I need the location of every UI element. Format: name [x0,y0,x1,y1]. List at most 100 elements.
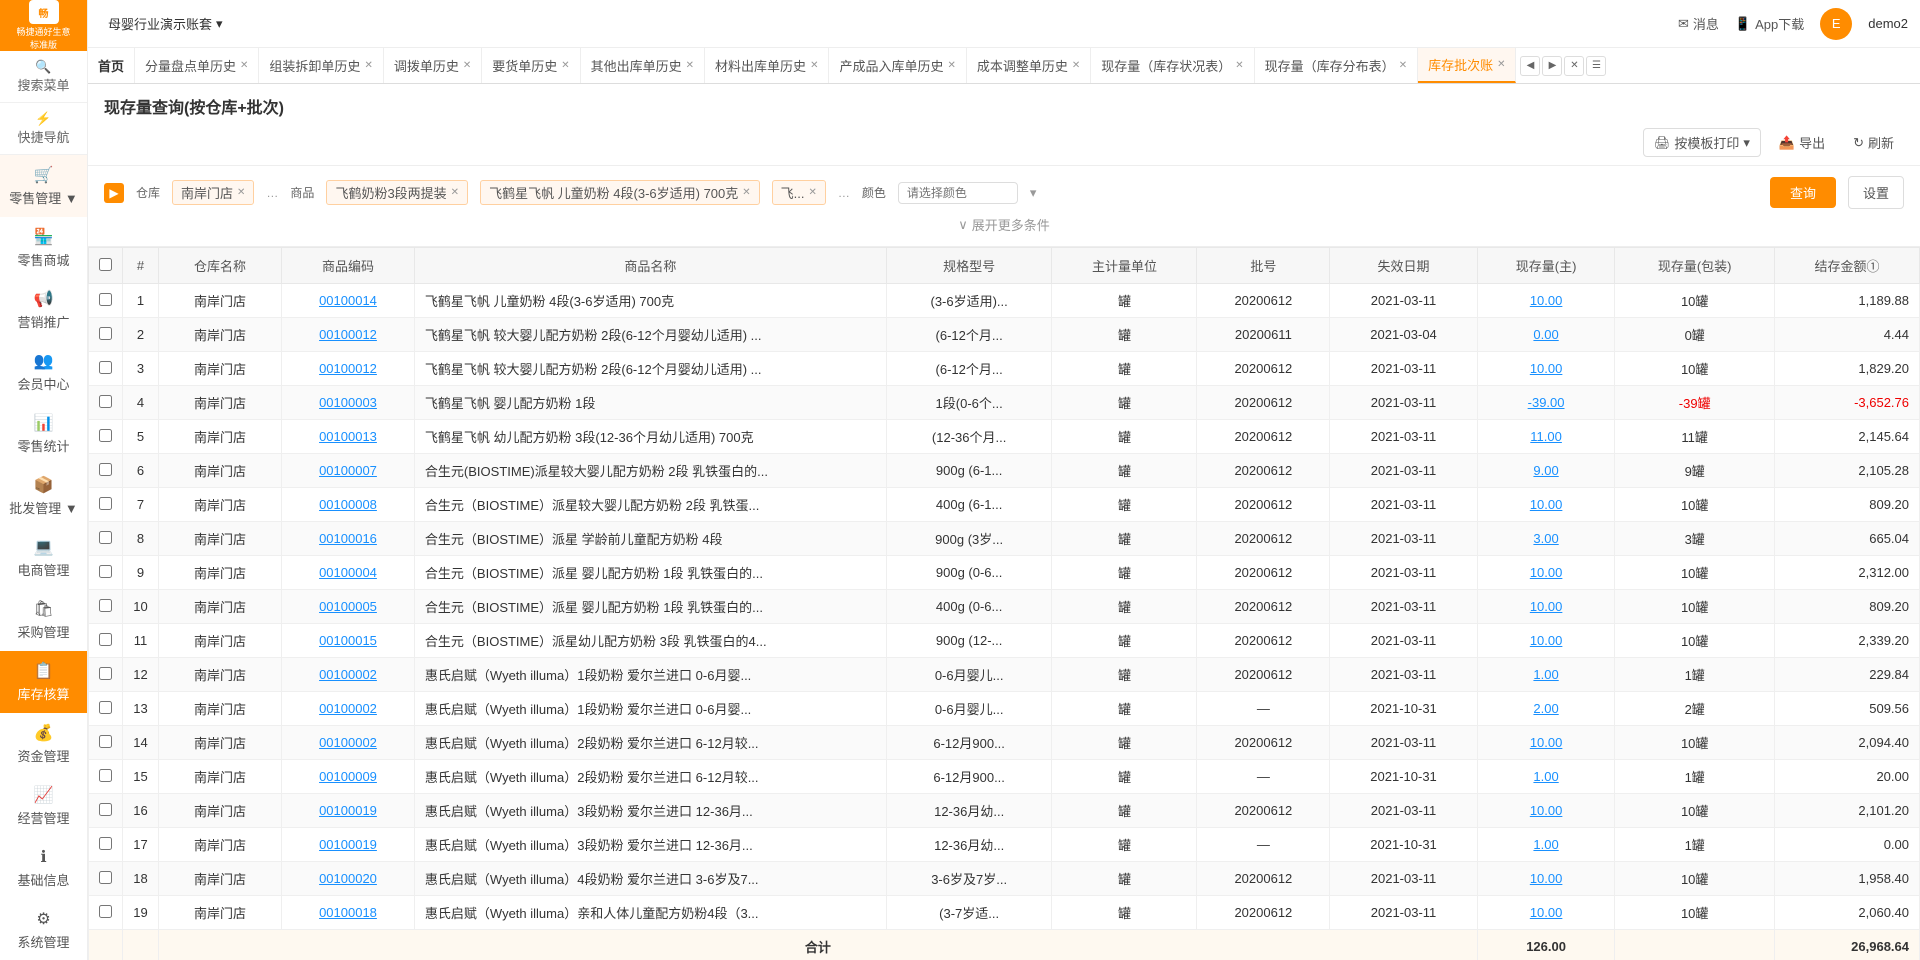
sidebar-item-retail-mall[interactable]: 🏪 零售商城 [0,217,87,279]
filter-expand-btn[interactable]: ▶ [104,183,124,203]
row-checkbox[interactable] [89,454,123,488]
tab-assembly-close[interactable]: ✕ [364,60,372,71]
tab-menu-btn[interactable]: ☰ [1586,56,1606,76]
row-checkbox[interactable] [89,386,123,420]
export-button[interactable]: 📤 导出 [1769,129,1835,156]
row-checkbox[interactable] [89,862,123,896]
row-spec: 6-12月900... [886,760,1052,794]
sidebar-item-inventory[interactable]: 📋 库存核算 [0,651,87,713]
warehouse-tag-close[interactable]: ✕ [237,187,245,198]
tab-stocktake-close[interactable]: ✕ [240,60,248,71]
refresh-button[interactable]: ↻ 刷新 [1843,129,1904,156]
tab-other-out-label: 其他出库单历史 [591,56,682,75]
row-spec: 0-6月婴儿... [886,658,1052,692]
message-action[interactable]: ✉ 消息 [1678,14,1719,33]
row-checkbox[interactable] [89,896,123,930]
sidebar-item-system[interactable]: ⚙ 系统管理 [0,899,87,960]
tab-order[interactable]: 要货单历史 ✕ [482,48,580,83]
tab-other-out[interactable]: 其他出库单历史 ✕ [581,48,705,83]
tab-assembly[interactable]: 组装拆卸单历史 ✕ [259,48,383,83]
product-tag-1-close[interactable]: ✕ [451,187,459,198]
tab-current-stock[interactable]: 现存量（库存状况表） ✕ [1091,48,1254,83]
row-checkbox[interactable] [89,522,123,556]
table-header-row: # 仓库名称 商品编码 商品名称 规格型号 主计量单位 批号 失效日期 现存量(… [89,248,1920,284]
sidebar-item-retail-stats[interactable]: 📊 零售统计 [0,403,87,465]
row-checkbox[interactable] [89,726,123,760]
warehouse-more[interactable]: … [266,186,278,200]
sidebar-item-wholesale[interactable]: 📦 批发管理 ▼ [0,465,87,527]
row-checkbox[interactable] [89,590,123,624]
tab-stock-dist[interactable]: 现存量（库存分布表） ✕ [1255,48,1418,83]
row-qty-main: 1.00 [1477,828,1615,862]
tab-product-in-close[interactable]: ✕ [947,60,955,71]
account-dropdown[interactable]: 母婴行业演示账套 ▾ [100,10,231,37]
tab-batch-close[interactable]: ✕ [1497,59,1505,70]
tab-batch-account[interactable]: 库存批次账 ✕ [1418,48,1516,83]
row-checkbox[interactable] [89,284,123,318]
search-menu[interactable]: 🔍 搜索菜单 [0,51,87,103]
row-checkbox[interactable] [89,794,123,828]
row-qty-main: 1.00 [1477,658,1615,692]
tab-current-stock-close[interactable]: ✕ [1235,60,1243,71]
row-qty-main: 1.00 [1477,760,1615,794]
tab-close-btn[interactable]: ✕ [1564,56,1584,76]
sidebar-item-ecommerce[interactable]: 💻 电商管理 [0,527,87,589]
sidebar-item-retail-mgmt[interactable]: 🛒 零售管理 ▼ [0,155,87,217]
tab-cost-adjust[interactable]: 成本调整单历史 ✕ [967,48,1091,83]
tab-product-in-label: 产成品入库单历史 [839,56,943,75]
tab-cost-adjust-close[interactable]: ✕ [1072,60,1080,71]
tab-stock-dist-close[interactable]: ✕ [1399,60,1407,71]
data-table-container[interactable]: # 仓库名称 商品编码 商品名称 规格型号 主计量单位 批号 失效日期 现存量(… [88,247,1920,960]
sidebar-item-finance[interactable]: 💰 资金管理 [0,713,87,775]
user-avatar[interactable]: E [1820,8,1852,40]
sidebar-item-purchase[interactable]: 🛍 采购管理 [0,589,87,651]
tab-home[interactable]: 首页 [88,48,135,83]
tab-stocktake[interactable]: 分量盘点单历史 ✕ [135,48,259,83]
row-checkbox[interactable] [89,420,123,454]
print-button[interactable]: 🖨 按模板打印 ▾ [1643,128,1761,157]
col-checkbox[interactable] [89,248,123,284]
tab-transfer[interactable]: 调拨单历史 ✕ [384,48,482,83]
product-tag-2-close[interactable]: ✕ [742,187,750,198]
color-input[interactable] [898,182,1018,204]
row-checkbox[interactable] [89,624,123,658]
tab-other-out-close[interactable]: ✕ [686,60,694,71]
quick-nav[interactable]: ⚡ 快捷导航 [0,103,87,155]
select-all-checkbox[interactable] [99,258,112,271]
query-button[interactable]: 查询 [1770,177,1836,208]
sidebar-item-operations[interactable]: 📈 经营管理 [0,775,87,837]
tab-order-close[interactable]: ✕ [561,60,569,71]
tab-transfer-close[interactable]: ✕ [463,60,471,71]
row-checkbox[interactable] [89,760,123,794]
tab-material-out[interactable]: 材料出库单历史 ✕ [705,48,829,83]
row-warehouse: 南岸门店 [159,318,282,352]
row-spec: 900g (12-... [886,624,1052,658]
tab-prev-btn[interactable]: ◀ [1520,56,1540,76]
row-checkbox[interactable] [89,556,123,590]
sidebar-item-basic-info[interactable]: ℹ 基础信息 [0,837,87,899]
product-tag-3-close[interactable]: ✕ [809,187,817,198]
tab-stock-dist-label: 现存量（库存分布表） [1265,56,1395,75]
tab-current-stock-label: 现存量（库存状况表） [1101,56,1231,75]
row-code: 00100016 [282,522,415,556]
color-dropdown-icon[interactable]: ▾ [1030,185,1037,201]
row-checkbox[interactable] [89,352,123,386]
row-checkbox[interactable] [89,318,123,352]
tab-material-out-close[interactable]: ✕ [810,60,818,71]
filter-bar: ▶ 仓库 南岸门店 ✕ … 商品 飞鹤奶粉3段两提装 ✕ 飞鹤星飞帆 儿童奶粉 … [88,166,1920,247]
row-checkbox[interactable] [89,488,123,522]
row-code: 00100014 [282,284,415,318]
row-checkbox[interactable] [89,658,123,692]
row-checkbox[interactable] [89,828,123,862]
app-download-action[interactable]: 📱 App下载 [1735,14,1804,33]
tab-product-in[interactable]: 产成品入库单历史 ✕ [829,48,966,83]
sidebar-item-marketing[interactable]: 📢 营销推广 [0,279,87,341]
product-more[interactable]: … [838,186,850,200]
expand-more-btn[interactable]: ∨ 展开更多条件 [104,209,1904,236]
row-qty-main: 10.00 [1477,352,1615,386]
settings-button[interactable]: 设置 [1848,176,1904,209]
tab-next-btn[interactable]: ▶ [1542,56,1562,76]
row-checkbox[interactable] [89,692,123,726]
username-label[interactable]: demo2 [1868,16,1908,31]
sidebar-item-member[interactable]: 👥 会员中心 [0,341,87,403]
